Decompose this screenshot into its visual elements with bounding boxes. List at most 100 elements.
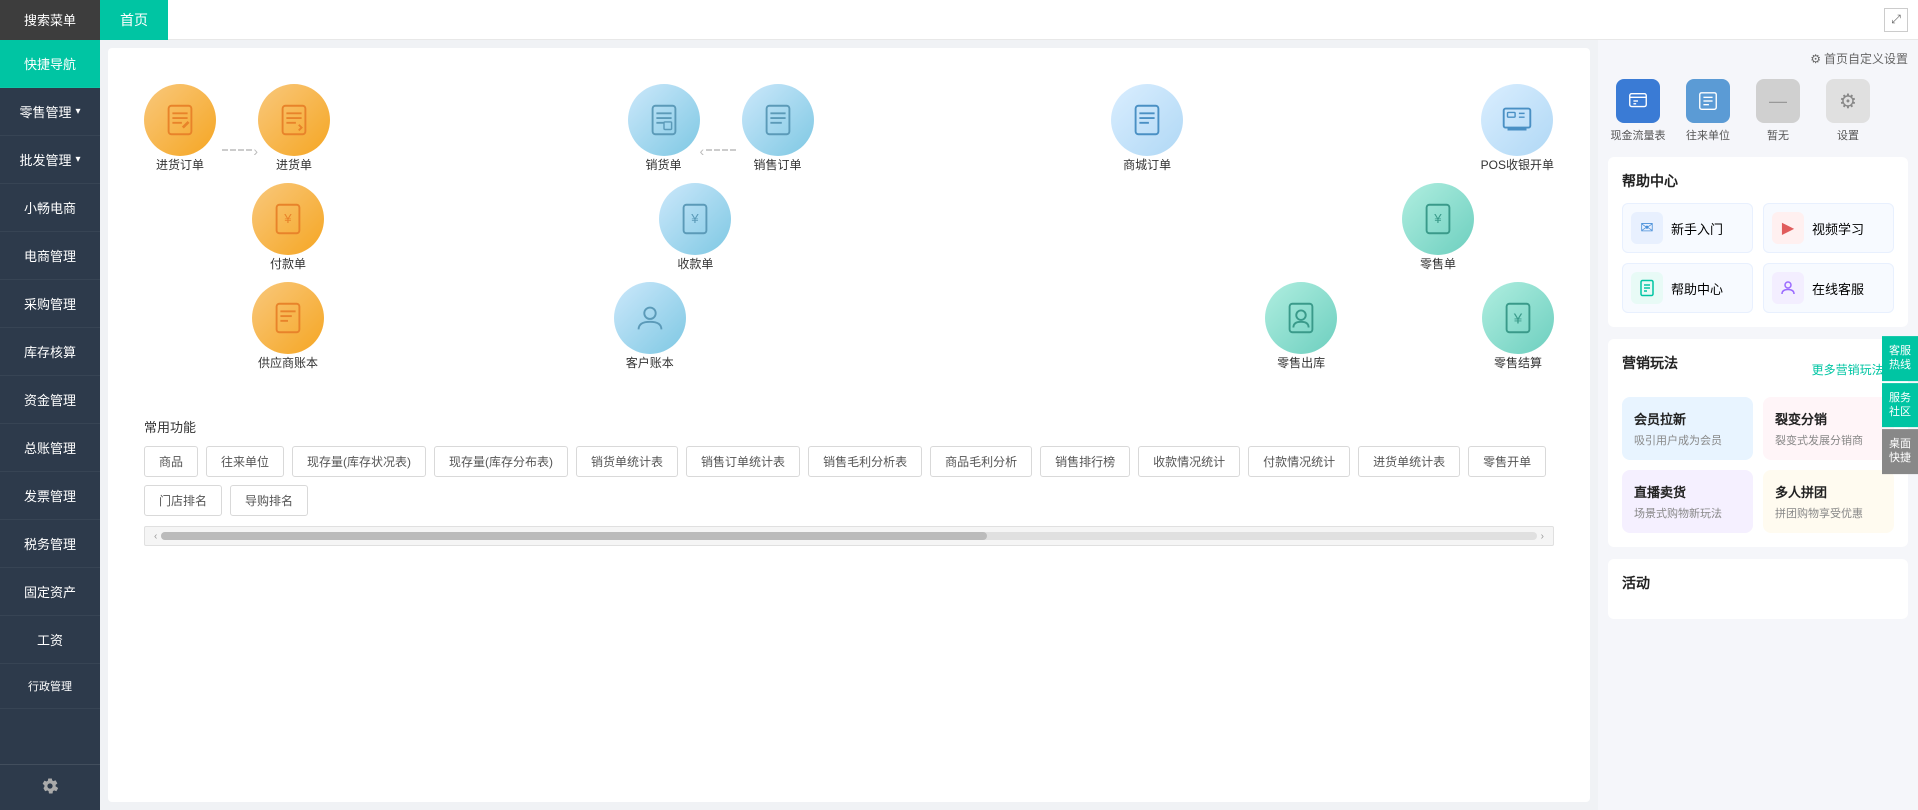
node-retail-out[interactable]: 零售出库 <box>1265 282 1337 371</box>
node-pos[interactable]: POS收银开单 <box>1481 84 1554 173</box>
func-btn-stock1[interactable]: 现存量(库存状况表) <box>292 446 426 477</box>
purchase-icon <box>258 84 330 156</box>
newbie-label: 新手入门 <box>1671 219 1723 238</box>
func-btn-sales-profit[interactable]: 销售毛利分析表 <box>808 446 922 477</box>
sidebar-item-label: 税务管理 <box>24 534 76 553</box>
marketing-header: 营销玩法 更多营销玩法 > <box>1622 353 1894 385</box>
scroll-left-arrow[interactable]: ‹ <box>150 531 161 542</box>
settings-icon: ⚙ <box>1826 79 1870 123</box>
cashflow-label: 现金流量表 <box>1611 127 1666 143</box>
sidebar-item-label: 快捷导航 <box>24 54 76 73</box>
marketing-group[interactable]: 多人拼团 拼团购物享受优惠 <box>1763 470 1894 533</box>
svg-text:¥: ¥ <box>283 211 292 226</box>
svg-text:¥: ¥ <box>1513 311 1523 328</box>
sidebar-item-admin[interactable]: 行政管理 <box>0 664 100 709</box>
shortcut-cashflow[interactable]: 现金流量表 <box>1608 79 1668 143</box>
sidebar-item-ledger[interactable]: 总账管理 <box>0 424 100 472</box>
sidebar-item-tax[interactable]: 税务管理 <box>0 520 100 568</box>
func-btn-sales-order-stat[interactable]: 销售订单统计表 <box>686 446 800 477</box>
node-sales-order[interactable]: 销售订单 <box>742 84 814 173</box>
func-btn-payment-stat[interactable]: 付款情况统计 <box>1248 446 1350 477</box>
retail-order-label: 零售单 <box>1420 255 1456 272</box>
func-btn-sales-rank[interactable]: 销售排行榜 <box>1040 446 1130 477</box>
func-btn-stock2[interactable]: 现存量(库存分布表) <box>434 446 568 477</box>
func-btn-store-rank[interactable]: 门店排名 <box>144 485 222 516</box>
help-item-video[interactable]: ▶ 视频学习 <box>1763 203 1894 253</box>
customize-label: 首页自定义设置 <box>1824 50 1908 67</box>
float-btn-community[interactable]: 服务社区 <box>1882 383 1918 428</box>
node-purchase[interactable]: 进货单 <box>258 84 330 173</box>
marketing-live[interactable]: 直播卖货 场景式购物新玩法 <box>1622 470 1753 533</box>
sidebar-item-quick-nav[interactable]: 快捷导航 <box>0 40 100 88</box>
contacts-icon <box>1686 79 1730 123</box>
doc-svg <box>1638 279 1656 297</box>
node-retail-order[interactable]: ¥ 零售单 <box>1402 183 1474 272</box>
chevron-down-icon: ▾ <box>75 154 80 165</box>
sidebar-settings[interactable] <box>0 764 100 810</box>
activities-title: 活动 <box>1622 573 1894 593</box>
scroll-thumb[interactable] <box>161 532 986 540</box>
gear-icon <box>41 777 59 795</box>
float-btn-desktop[interactable]: 桌面快捷 <box>1882 429 1918 474</box>
marketing-fission[interactable]: 裂变分销 裂变式发展分销商 <box>1763 397 1894 460</box>
svg-text:¥: ¥ <box>1433 211 1442 226</box>
tab-home[interactable]: 首页 <box>100 0 168 40</box>
func-btn-retail-open[interactable]: 零售开单 <box>1468 446 1546 477</box>
sidebar-item-finance[interactable]: 资金管理 <box>0 376 100 424</box>
sidebar-item-salary[interactable]: 工资 <box>0 616 100 664</box>
sidebar-item-label: 资金管理 <box>24 390 76 409</box>
group-title: 多人拼团 <box>1775 482 1882 501</box>
customize-link[interactable]: ⚙ 首页自定义设置 <box>1810 50 1908 67</box>
node-mall-order[interactable]: 商城订单 <box>1111 84 1183 173</box>
scroll-track[interactable] <box>161 532 1536 540</box>
flow-row3: 供应商账本 客户账本 <box>144 282 1554 381</box>
receipt-icon: ¥ <box>659 183 731 255</box>
horizontal-scrollbar[interactable]: ‹ › <box>144 526 1554 546</box>
float-btn-service[interactable]: 客服热线 <box>1882 336 1918 381</box>
sidebar-item-wholesale[interactable]: 批发管理 ▾ <box>0 136 100 184</box>
live-desc: 场景式购物新玩法 <box>1634 505 1741 521</box>
node-supplier-account[interactable]: 供应商账本 <box>252 282 324 371</box>
sidebar-item-invoice[interactable]: 发票管理 <box>0 472 100 520</box>
func-btn-guide-rank[interactable]: 导购排名 <box>230 485 308 516</box>
shortcuts-area: ⚙ 首页自定义设置 <box>1608 50 1908 67</box>
sidebar-item-retail[interactable]: 零售管理 ▾ <box>0 88 100 136</box>
scroll-right-arrow[interactable]: › <box>1537 531 1548 542</box>
func-btn-goods[interactable]: 商品 <box>144 446 198 477</box>
node-retail-settle[interactable]: ¥ 零售结算 <box>1482 282 1554 371</box>
search-menu[interactable]: 搜索菜单 <box>0 0 100 40</box>
node-payment[interactable]: ¥ 付款单 <box>252 183 324 272</box>
shortcut-settings[interactable]: ⚙ 设置 <box>1818 79 1878 143</box>
node-receipt[interactable]: ¥ 收款单 <box>659 183 731 272</box>
marketing-title: 营销玩法 <box>1622 353 1678 373</box>
func-btn-receipt-stat[interactable]: 收款情况统计 <box>1138 446 1240 477</box>
sidebar-item-purchase[interactable]: 采购管理 <box>0 280 100 328</box>
func-btn-purchase-stat[interactable]: 进货单统计表 <box>1358 446 1460 477</box>
shortcut-contacts[interactable]: 往来单位 <box>1678 79 1738 143</box>
payment-svg: ¥ <box>269 200 307 238</box>
payment-label: 付款单 <box>270 255 306 272</box>
none-label: 暂无 <box>1767 127 1789 143</box>
sidebar-item-ecommerce-mgmt[interactable]: 电商管理 <box>0 232 100 280</box>
help-item-newbie[interactable]: ✉ 新手入门 <box>1622 203 1753 253</box>
shortcut-none[interactable]: — 暂无 <box>1748 79 1808 143</box>
sidebar-item-inventory[interactable]: 库存核算 <box>0 328 100 376</box>
marketing-member[interactable]: 会员拉新 吸引用户成为会员 <box>1622 397 1753 460</box>
help-item-service[interactable]: 在线客服 <box>1763 263 1894 313</box>
main-layout: 快捷导航 零售管理 ▾ 批发管理 ▾ 小畅电商 电商管理 采购管理 库存核算 资… <box>0 40 1918 810</box>
contacts-svg <box>1697 90 1719 112</box>
sidebar-item-fixed-assets[interactable]: 固定资产 <box>0 568 100 616</box>
node-purchase-order[interactable]: 进货订单 <box>144 84 216 173</box>
fullscreen-button[interactable]: ⤢ <box>1884 8 1908 32</box>
node-sales[interactable]: 销货单 <box>628 84 700 173</box>
func-btn-contacts[interactable]: 往来单位 <box>206 446 284 477</box>
node-customer-account[interactable]: 客户账本 <box>614 282 686 371</box>
func-btn-goods-profit[interactable]: 商品毛利分析 <box>930 446 1032 477</box>
sidebar-item-label: 采购管理 <box>24 294 76 313</box>
service-icon <box>1772 272 1804 304</box>
sidebar-item-ecommerce[interactable]: 小畅电商 <box>0 184 100 232</box>
customer-account-label: 客户账本 <box>626 354 674 371</box>
func-btn-sales-stat[interactable]: 销货单统计表 <box>576 446 678 477</box>
help-item-help[interactable]: 帮助中心 <box>1622 263 1753 313</box>
online-service-label: 在线客服 <box>1812 279 1864 298</box>
